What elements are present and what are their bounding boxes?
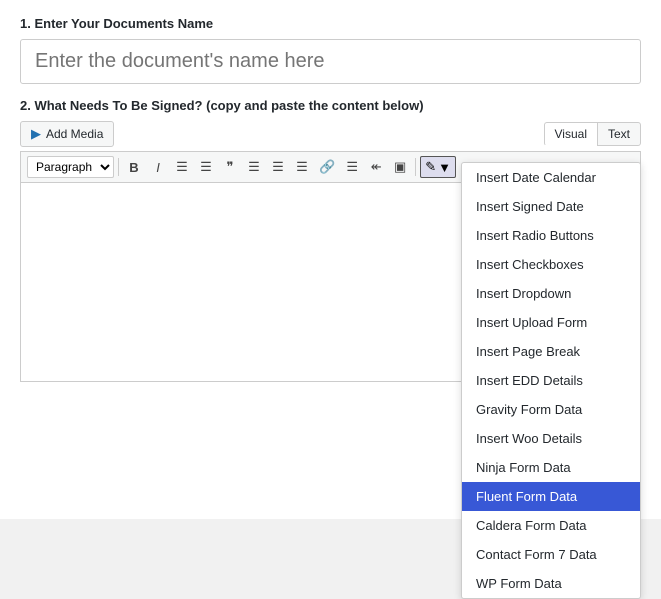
- dropdown-item-fluent-form-data[interactable]: Fluent Form Data: [462, 482, 640, 511]
- visual-text-tabs: Visual Text: [544, 122, 641, 146]
- expand-button[interactable]: ↞: [365, 156, 387, 178]
- add-media-label: Add Media: [46, 127, 103, 141]
- pencil-caret-icon: ▼: [438, 160, 451, 175]
- table-button[interactable]: ▣: [389, 156, 411, 178]
- text-tab[interactable]: Text: [597, 122, 641, 146]
- bold-icon: B: [129, 160, 138, 175]
- dropdown-item-caldera-form-data[interactable]: Caldera Form Data: [462, 511, 640, 540]
- table-icon: ▣: [394, 159, 406, 175]
- link-icon: 🔗: [319, 159, 335, 175]
- dropdown-item-wp-form-data[interactable]: WP Form Data: [462, 569, 640, 598]
- align-left-button[interactable]: ☰: [243, 156, 265, 178]
- add-media-button[interactable]: ▶ Add Media: [20, 121, 114, 147]
- toolbar-sep-2: [415, 158, 416, 176]
- blockquote-button[interactable]: ❞: [219, 156, 241, 178]
- align-center-icon: ☰: [272, 159, 284, 175]
- pencil-dropdown-button[interactable]: ✎ ▼: [420, 156, 456, 178]
- toolbar-sep-1: [118, 158, 119, 176]
- page-wrapper: 1. Enter Your Documents Name 2. What Nee…: [0, 0, 661, 519]
- dropdown-item-insert-date-calendar[interactable]: Insert Date Calendar: [462, 163, 640, 192]
- align-left-icon: ☰: [248, 159, 260, 175]
- dropdown-item-insert-radio-buttons[interactable]: Insert Radio Buttons: [462, 221, 640, 250]
- ul-icon: ☰: [176, 159, 188, 175]
- blockquote-icon: ❞: [227, 159, 234, 175]
- align-right-button[interactable]: ☰: [291, 156, 313, 178]
- paragraph-select[interactable]: Paragraph: [27, 156, 114, 178]
- italic-icon: I: [156, 160, 160, 175]
- add-media-icon: ▶: [31, 126, 41, 142]
- italic-button[interactable]: I: [147, 156, 169, 178]
- ul-button[interactable]: ☰: [171, 156, 193, 178]
- ol-button[interactable]: ☰: [195, 156, 217, 178]
- align-right-icon: ☰: [296, 159, 308, 175]
- align-full-icon: ☰: [346, 159, 358, 175]
- editor-top-bar: ▶ Add Media Visual Text: [20, 121, 641, 147]
- align-center-button[interactable]: ☰: [267, 156, 289, 178]
- pencil-icon: ✎: [425, 159, 436, 175]
- dropdown-item-ninja-form-data[interactable]: Ninja Form Data: [462, 453, 640, 482]
- dropdown-menu: Insert Date CalendarInsert Signed DateIn…: [461, 162, 641, 599]
- align-full-button[interactable]: ☰: [341, 156, 363, 178]
- dropdown-item-insert-edd-details[interactable]: Insert EDD Details: [462, 366, 640, 395]
- expand-icon: ↞: [371, 159, 382, 175]
- dropdown-item-insert-checkboxes[interactable]: Insert Checkboxes: [462, 250, 640, 279]
- dropdown-item-insert-upload-form[interactable]: Insert Upload Form: [462, 308, 640, 337]
- dropdown-item-insert-woo-details[interactable]: Insert Woo Details: [462, 424, 640, 453]
- ol-icon: ☰: [200, 159, 212, 175]
- dropdown-item-insert-dropdown[interactable]: Insert Dropdown: [462, 279, 640, 308]
- bold-button[interactable]: B: [123, 156, 145, 178]
- dropdown-item-insert-page-break[interactable]: Insert Page Break: [462, 337, 640, 366]
- link-button[interactable]: 🔗: [315, 156, 339, 178]
- step1-label: 1. Enter Your Documents Name: [20, 16, 641, 31]
- dropdown-item-contact-form-7-data[interactable]: Contact Form 7 Data: [462, 540, 640, 569]
- visual-tab[interactable]: Visual: [544, 122, 597, 146]
- dropdown-item-gravity-form-data[interactable]: Gravity Form Data: [462, 395, 640, 424]
- dropdown-item-insert-signed-date[interactable]: Insert Signed Date: [462, 192, 640, 221]
- step2-label: 2. What Needs To Be Signed? (copy and pa…: [20, 98, 641, 113]
- doc-name-input[interactable]: [20, 39, 641, 84]
